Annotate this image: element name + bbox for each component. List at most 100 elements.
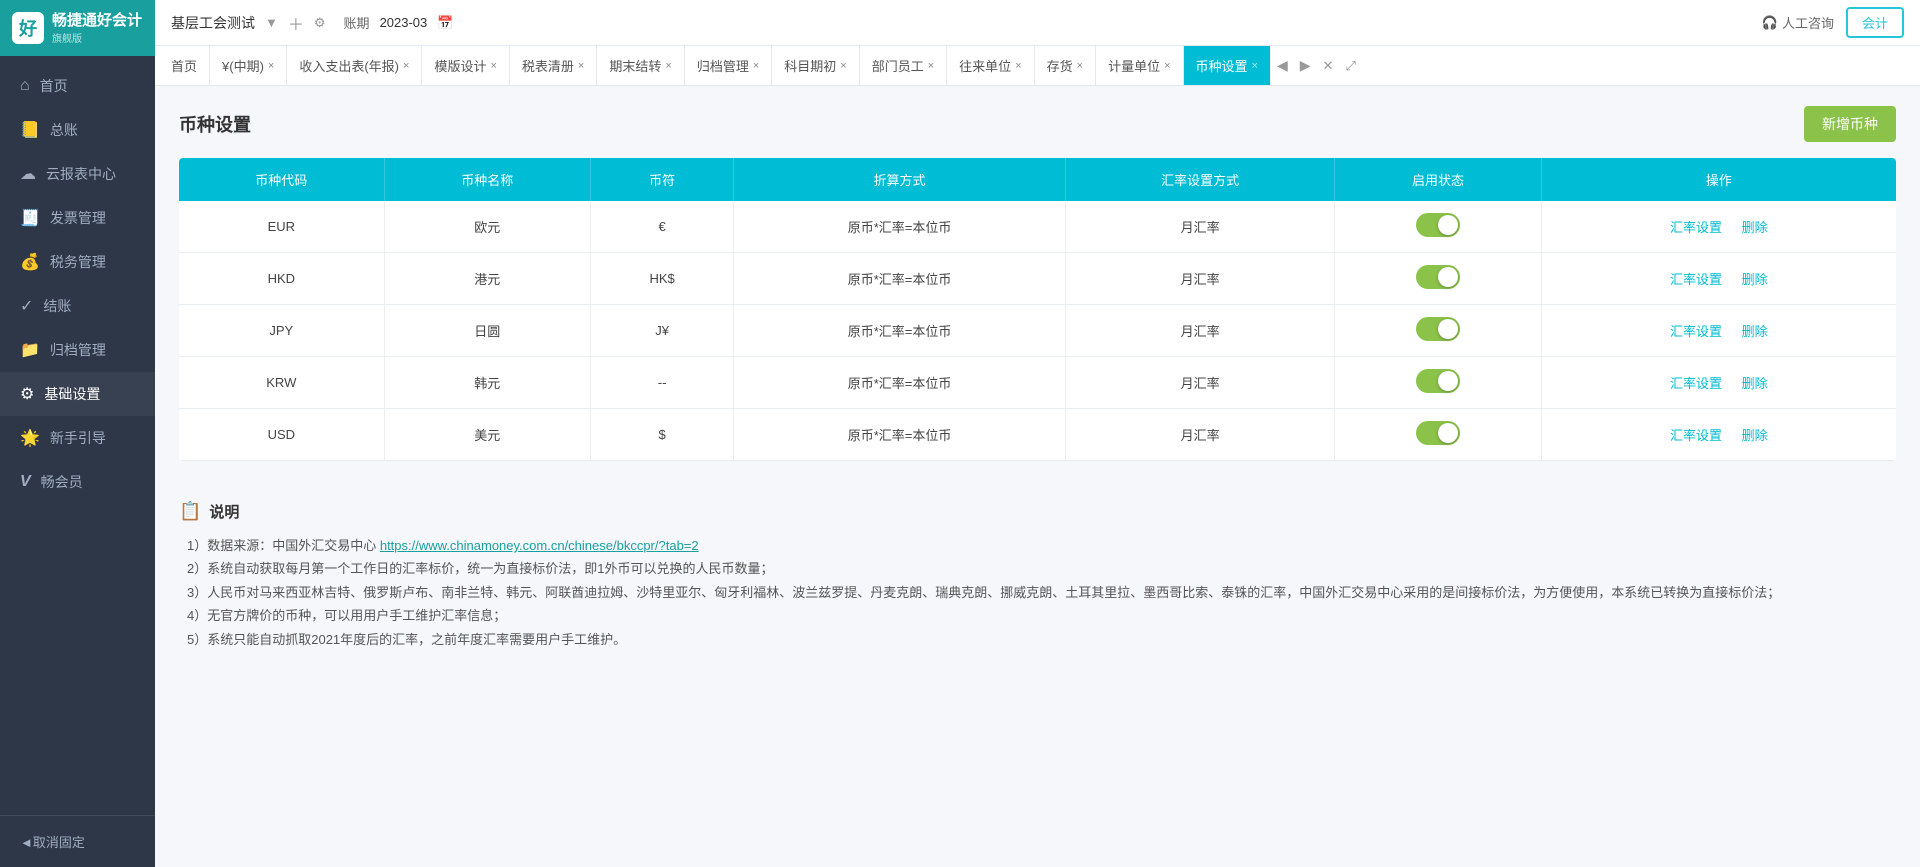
settings-button[interactable]: ⚙ <box>314 15 326 31</box>
delete-link-1[interactable]: 删除 <box>1742 272 1768 287</box>
checkout-icon: ✓ <box>20 296 33 316</box>
unpin-button[interactable]: ◄取消固定 <box>0 815 155 867</box>
toggle-knob-0 <box>1438 215 1458 235</box>
delete-link-0[interactable]: 删除 <box>1742 220 1768 235</box>
sidebar-item-vip[interactable]: V 畅会员 <box>0 460 155 504</box>
tab-close-contacts[interactable]: × <box>1015 60 1021 72</box>
tab-annual[interactable]: 收入支出表(年报) × <box>287 46 422 86</box>
table-row: USD 美元 $ 原币*汇率=本位币 月汇率 汇率设置 删除 <box>179 409 1896 461</box>
toggle-enabled-1[interactable] <box>1416 265 1460 289</box>
table-row: JPY 日圆 J¥ 原币*汇率=本位币 月汇率 汇率设置 删除 <box>179 305 1896 357</box>
tab-home[interactable]: 首页 <box>159 46 210 86</box>
cell-method-2: 原币*汇率=本位币 <box>734 305 1066 357</box>
tab-units[interactable]: 计量单位 × <box>1096 46 1183 86</box>
tab-close-period[interactable]: × <box>268 60 274 72</box>
tab-close-units[interactable]: × <box>1164 60 1170 72</box>
company-dropdown-icon[interactable]: ▼ <box>265 15 278 30</box>
tab-expand-button[interactable]: ⤢ <box>1339 58 1361 74</box>
tab-close-all-button[interactable]: ✕ <box>1317 58 1340 74</box>
rate-settings-link-4[interactable]: 汇率设置 <box>1670 428 1722 443</box>
sidebar-item-invoice[interactable]: 🧾 发票管理 <box>0 196 155 240</box>
delete-link-3[interactable]: 删除 <box>1742 376 1768 391</box>
vip-icon: V <box>20 473 31 491</box>
tab-dept[interactable]: 部门员工 × <box>860 46 947 86</box>
sidebar-item-reports[interactable]: ☁ 云报表中心 <box>0 152 155 196</box>
toggle-enabled-2[interactable] <box>1416 317 1460 341</box>
tab-next-button[interactable]: ▶ <box>1294 57 1317 74</box>
page-header: 币种设置 新增币种 <box>179 106 1896 142</box>
col-header-status: 启用状态 <box>1335 158 1541 201</box>
delete-link-2[interactable]: 删除 <box>1742 324 1768 339</box>
rate-settings-link-3[interactable]: 汇率设置 <box>1670 376 1722 391</box>
tab-close-subjects[interactable]: × <box>840 60 846 72</box>
home-icon: ⌂ <box>20 77 30 95</box>
cell-symbol-0: € <box>590 201 733 253</box>
toggle-enabled-0[interactable] <box>1416 213 1460 237</box>
cell-code-1: HKD <box>179 253 384 305</box>
tab-period[interactable]: ¥(中期) × <box>210 46 287 86</box>
tab-inventory[interactable]: 存货 × <box>1035 46 1096 86</box>
toggle-enabled-3[interactable] <box>1416 369 1460 393</box>
tab-prev-button[interactable]: ◀ <box>1271 57 1294 74</box>
customer-service-button[interactable]: 🎧 人工咨询 <box>1762 13 1834 32</box>
sidebar-label-vip: 畅会员 <box>41 472 83 492</box>
notes-link[interactable]: https://www.chinamoney.com.cn/chinese/bk… <box>380 538 699 553</box>
ledger-icon: 📒 <box>20 120 40 140</box>
tab-tax[interactable]: 税表清册 × <box>510 46 597 86</box>
notes-icon: 📋 <box>179 501 201 522</box>
tab-close-dept[interactable]: × <box>928 60 934 72</box>
toggle-knob-1 <box>1438 267 1458 287</box>
rate-settings-link-1[interactable]: 汇率设置 <box>1670 272 1722 287</box>
sidebar-item-guide[interactable]: 🌟 新手引导 <box>0 416 155 460</box>
sidebar-item-checkout[interactable]: ✓ 结账 <box>0 284 155 328</box>
cell-rate-type-1: 月汇率 <box>1065 253 1334 305</box>
col-header-method: 折算方式 <box>734 158 1066 201</box>
tab-close-inventory[interactable]: × <box>1077 60 1083 72</box>
tab-close-currency[interactable]: × <box>1252 60 1258 72</box>
tab-close-period-end[interactable]: × <box>665 60 671 72</box>
sidebar-item-archive[interactable]: 📁 归档管理 <box>0 328 155 372</box>
tab-close-template[interactable]: × <box>490 60 496 72</box>
tab-label-currency: 币种设置 <box>1196 56 1248 75</box>
cell-name-0: 欧元 <box>384 201 590 253</box>
cell-rate-type-0: 月汇率 <box>1065 201 1334 253</box>
cloud-icon: ☁ <box>20 164 36 184</box>
rate-settings-link-0[interactable]: 汇率设置 <box>1670 220 1722 235</box>
table-row: HKD 港元 HK$ 原币*汇率=本位币 月汇率 汇率设置 删除 <box>179 253 1896 305</box>
sidebar-item-settings[interactable]: ⚙ 基础设置 <box>0 372 155 416</box>
cell-status-1 <box>1335 253 1541 305</box>
rate-settings-link-2[interactable]: 汇率设置 <box>1670 324 1722 339</box>
cell-rate-type-4: 月汇率 <box>1065 409 1334 461</box>
tab-archive[interactable]: 归档管理 × <box>685 46 772 86</box>
sidebar-item-home[interactable]: ⌂ 首页 <box>0 64 155 108</box>
delete-link-4[interactable]: 删除 <box>1742 428 1768 443</box>
tab-label-subjects: 科目期初 <box>784 56 836 75</box>
note-text-1: 1）数据来源：中国外汇交易中心 <box>187 538 380 553</box>
cell-method-1: 原币*汇率=本位币 <box>734 253 1066 305</box>
tab-template[interactable]: 模版设计 × <box>422 46 509 86</box>
tab-close-annual[interactable]: × <box>403 60 409 72</box>
add-tab-button[interactable]: ＋ <box>288 11 304 35</box>
sidebar-item-ledger[interactable]: 📒 总账 <box>0 108 155 152</box>
tab-contacts[interactable]: 往来单位 × <box>947 46 1034 86</box>
tab-close-archive[interactable]: × <box>753 60 759 72</box>
accounting-button[interactable]: 会计 <box>1846 7 1904 38</box>
notes-list: 1）数据来源：中国外汇交易中心 https://www.chinamoney.c… <box>179 534 1896 651</box>
sidebar-label-archive: 归档管理 <box>50 340 106 360</box>
period-label: 账期 <box>344 13 370 32</box>
new-currency-button[interactable]: 新增币种 <box>1804 106 1896 142</box>
toggle-knob-4 <box>1438 423 1458 443</box>
tab-close-tax[interactable]: × <box>578 60 584 72</box>
tab-currency[interactable]: 币种设置 × <box>1184 46 1271 86</box>
app-edition: 旗舰版 <box>52 30 142 45</box>
note-item-5: 5）系统只能自动抓取2021年度后的汇率，之前年度汇率需要用户手工维护。 <box>187 628 1896 651</box>
sidebar-item-tax[interactable]: 💰 税务管理 <box>0 240 155 284</box>
topbar: 基层工会测试 ▼ ＋ ⚙ 账期 2023-03 📅 🎧 人工咨询 会计 <box>155 0 1920 46</box>
tab-period-end[interactable]: 期末结转 × <box>597 46 684 86</box>
toggle-enabled-4[interactable] <box>1416 421 1460 445</box>
tax-icon: 💰 <box>20 252 40 272</box>
tab-label-archive: 归档管理 <box>697 56 749 75</box>
calendar-icon[interactable]: 📅 <box>437 15 453 31</box>
cell-name-4: 美元 <box>384 409 590 461</box>
tab-subjects[interactable]: 科目期初 × <box>772 46 859 86</box>
